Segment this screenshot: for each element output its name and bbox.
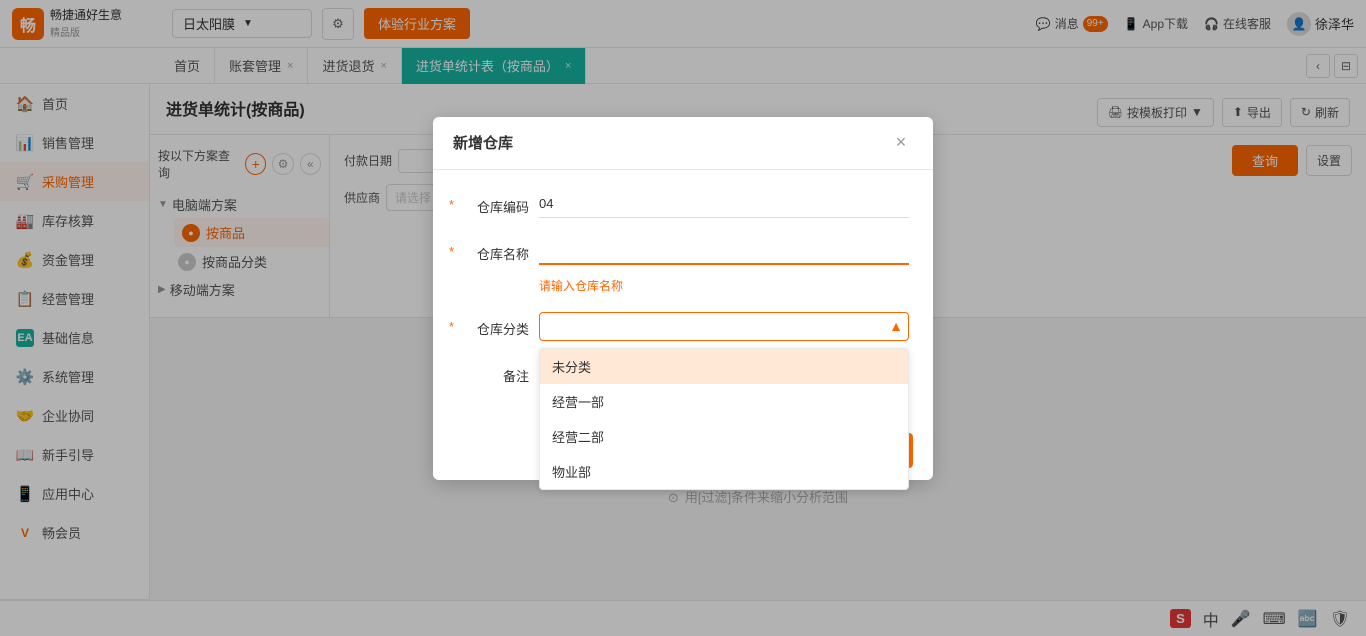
new-warehouse-modal: 新增仓库 × 仓库编码 仓库名称 请输入仓库名称 仓库分类	[433, 117, 933, 480]
category-label: 仓库分类	[457, 312, 529, 338]
name-label: 仓库名称	[457, 237, 529, 263]
code-label: 仓库编码	[457, 190, 529, 216]
modal-title: 新增仓库	[453, 132, 513, 153]
name-field: 仓库名称 请输入仓库名称	[457, 236, 909, 294]
code-field: 仓库编码	[457, 190, 909, 218]
category-field: 仓库分类 ▲ 未分类 经营一部 经营二部 物业部	[457, 312, 909, 341]
category-arrow-icon[interactable]: ▲	[889, 318, 903, 334]
code-input[interactable]	[539, 190, 909, 218]
dropdown-item-dept2[interactable]: 经营二部	[540, 419, 908, 454]
name-error-message: 请输入仓库名称	[539, 279, 623, 293]
category-dropdown-wrapper: ▲ 未分类 经营一部 经营二部 物业部	[539, 312, 909, 341]
category-input[interactable]	[539, 312, 909, 341]
note-label: 备注	[457, 359, 529, 385]
modal-close-button[interactable]: ×	[889, 131, 913, 155]
name-input[interactable]	[539, 236, 909, 265]
dropdown-item-property[interactable]: 物业部	[540, 454, 908, 489]
dropdown-item-unclassified[interactable]: 未分类	[540, 349, 908, 384]
category-dropdown-list: 未分类 经营一部 经营二部 物业部	[539, 348, 909, 490]
dropdown-item-dept1[interactable]: 经营一部	[540, 384, 908, 419]
modal-header: 新增仓库 ×	[433, 117, 933, 170]
modal-overlay: 新增仓库 × 仓库编码 仓库名称 请输入仓库名称 仓库分类	[0, 0, 1366, 636]
modal-body: 仓库编码 仓库名称 请输入仓库名称 仓库分类 ▲	[433, 170, 933, 421]
